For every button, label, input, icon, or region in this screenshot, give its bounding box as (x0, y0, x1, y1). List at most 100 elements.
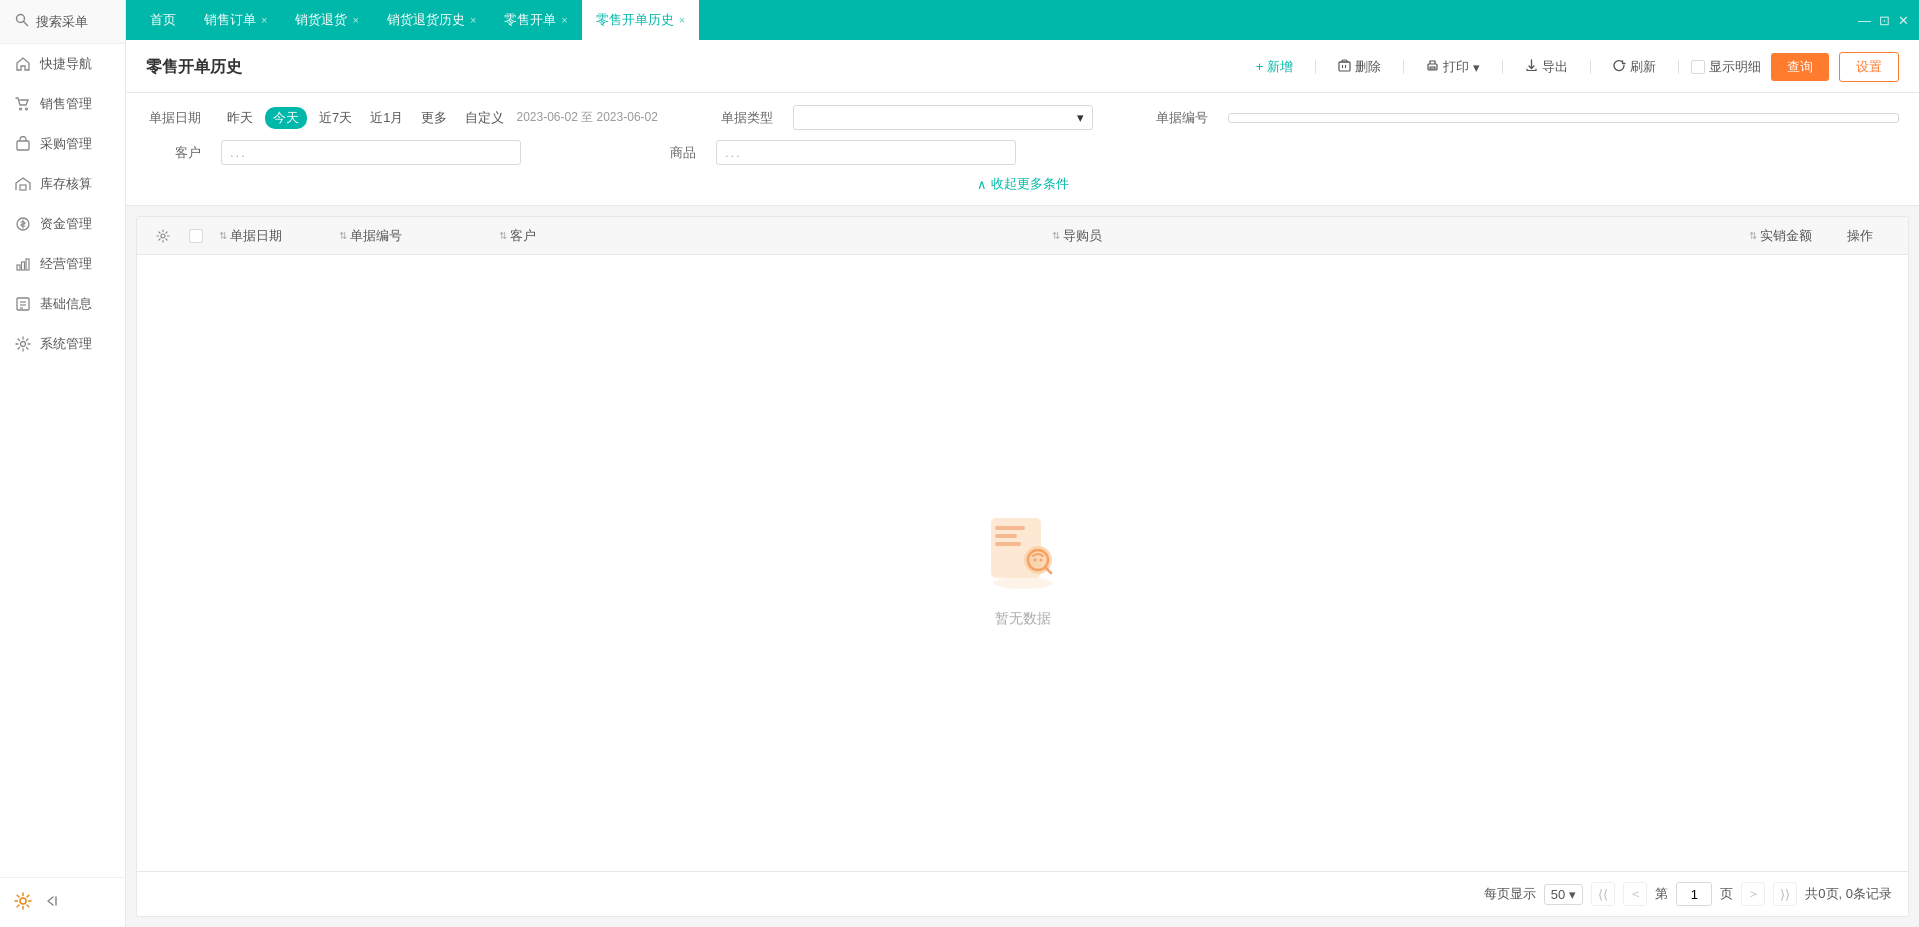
window-close[interactable]: ✕ (1898, 13, 1909, 28)
sidebar-item-finance[interactable]: 资金管理 (0, 204, 125, 244)
refresh-icon (1613, 59, 1626, 75)
table-header: ⇅ 单据日期 ⇅ 单据编号 ⇅ 客户 ⇅ 导购员 ⇅ 实销金额 操作 (137, 217, 1908, 255)
sidebar-item-system[interactable]: 系统管理 (0, 324, 125, 364)
filter-row-2: 客户 ... 商品 ... (146, 140, 1899, 165)
tab-retail-history[interactable]: 零售开单历史 × (582, 0, 699, 40)
info-icon (14, 295, 32, 313)
money-icon (14, 215, 32, 233)
new-button[interactable]: + 新增 (1246, 53, 1303, 81)
page-next-btn[interactable]: ＞ (1741, 882, 1765, 906)
tab-sales-return-history-close[interactable]: × (470, 14, 476, 26)
tab-retail-open[interactable]: 零售开单 × (490, 0, 581, 40)
tab-sales-return-history[interactable]: 销货退货历史 × (373, 0, 490, 40)
date-custom[interactable]: 自定义 (459, 107, 510, 129)
display-detail-label: 显示明细 (1709, 58, 1761, 76)
th-settings[interactable] (145, 229, 181, 243)
tab-home[interactable]: 首页 (136, 0, 190, 40)
th-date[interactable]: ⇅ 单据日期 (211, 227, 331, 245)
sidebar-search[interactable]: 搜索采单 (0, 0, 125, 44)
export-button[interactable]: 导出 (1515, 53, 1578, 81)
th-num[interactable]: ⇅ 单据编号 (331, 227, 491, 245)
sort-icon3: ⇅ (499, 230, 507, 241)
doc-type-select[interactable]: ▾ (793, 105, 1093, 130)
checkbox-display (1691, 60, 1705, 74)
date-today[interactable]: 今天 (265, 107, 307, 129)
box-icon (14, 135, 32, 153)
sidebar-item-label: 经营管理 (40, 255, 92, 273)
th-customer[interactable]: ⇅ 客户 (491, 227, 1044, 245)
product-input[interactable]: ... (716, 140, 1016, 165)
home-icon (14, 55, 32, 73)
sidebar-item-inventory[interactable]: 库存核算 (0, 164, 125, 204)
sidebar-item-quick-nav[interactable]: 快捷导航 (0, 44, 125, 84)
svg-rect-5 (20, 185, 26, 190)
total-text: 共0页, 0条记录 (1805, 885, 1892, 903)
sidebar-item-sales-mgmt[interactable]: 销售管理 (0, 84, 125, 124)
refresh-button[interactable]: 刷新 (1603, 53, 1666, 81)
svg-rect-8 (22, 262, 25, 270)
select-all-checkbox[interactable] (189, 229, 203, 243)
doc-type-label: 单据类型 (718, 109, 773, 127)
page-num-input[interactable] (1676, 882, 1712, 906)
window-actions: — ⊡ ✕ (1858, 13, 1909, 28)
empty-text: 暂无数据 (995, 610, 1051, 628)
th-checkbox[interactable] (181, 229, 211, 243)
sidebar-item-label: 系统管理 (40, 335, 92, 353)
tab-sales-order[interactable]: 销售订单 × (190, 0, 281, 40)
date-filter: 昨天 今天 近7天 近1月 更多 自定义 2023-06-02 至 2023-0… (221, 107, 658, 129)
delete-button[interactable]: 删除 (1328, 53, 1391, 81)
warehouse-icon (14, 175, 32, 193)
sort-icon2: ⇅ (339, 230, 347, 241)
th-guide[interactable]: ⇅ 导购员 (1044, 227, 1164, 245)
sidebar-item-basic-info[interactable]: 基础信息 (0, 284, 125, 324)
customer-input[interactable]: ... (221, 140, 521, 165)
svg-rect-4 (17, 141, 29, 150)
refresh-label: 刷新 (1630, 58, 1656, 76)
settings-button[interactable]: 设置 (1839, 52, 1899, 82)
window-restore[interactable]: ⊡ (1879, 13, 1890, 28)
page-prev-btn[interactable]: ＜ (1623, 882, 1647, 906)
print-label: 打印 (1443, 58, 1469, 76)
collapse-filter-btn[interactable]: ∧ 收起更多条件 (146, 175, 1899, 193)
svg-rect-17 (1339, 62, 1350, 71)
customer-dots: ... (230, 145, 247, 160)
print-button[interactable]: 打印 ▾ (1416, 53, 1490, 81)
filter-row-1: 单据日期 昨天 今天 近7天 近1月 更多 自定义 2023-06-02 至 2… (146, 105, 1899, 130)
date-last-month[interactable]: 近1月 (364, 107, 409, 129)
tab-sales-return-label: 销货退货 (295, 11, 347, 29)
per-page-select[interactable]: 50 ▾ (1544, 884, 1583, 905)
svg-point-14 (21, 342, 26, 347)
svg-point-3 (26, 108, 28, 110)
doc-num-input[interactable] (1228, 113, 1899, 123)
tab-retail-history-close[interactable]: × (679, 14, 685, 26)
sidebar-item-label: 资金管理 (40, 215, 92, 233)
tab-retail-open-close[interactable]: × (561, 14, 567, 26)
settings-bottom-icon[interactable] (14, 892, 32, 913)
page-first-btn[interactable]: ⟨⟨ (1591, 882, 1615, 906)
dropdown-icon: ▾ (1077, 110, 1084, 125)
doc-num-label: 单据编号 (1153, 109, 1208, 127)
sidebar-item-purchase-mgmt[interactable]: 采购管理 (0, 124, 125, 164)
svg-rect-27 (995, 542, 1021, 546)
tab-retail-history-label: 零售开单历史 (596, 11, 674, 29)
date-last7[interactable]: 近7天 (313, 107, 358, 129)
date-more[interactable]: 更多 (415, 107, 453, 129)
tab-home-label: 首页 (150, 11, 176, 29)
date-yesterday[interactable]: 昨天 (221, 107, 259, 129)
tab-sales-return[interactable]: 销货退货 × (281, 0, 372, 40)
collapse-sidebar-icon[interactable] (42, 892, 60, 913)
query-button[interactable]: 查询 (1771, 53, 1829, 81)
th-amount[interactable]: ⇅ 实销金额 (1700, 227, 1820, 245)
svg-point-32 (1039, 559, 1042, 562)
sidebar-bottom (0, 877, 125, 927)
page-last-btn[interactable]: ⟩⟩ (1773, 882, 1797, 906)
tab-sales-order-close[interactable]: × (261, 14, 267, 26)
data-table: ⇅ 单据日期 ⇅ 单据编号 ⇅ 客户 ⇅ 导购员 ⇅ 实销金额 操作 (136, 216, 1909, 917)
tab-sales-return-close[interactable]: × (352, 14, 358, 26)
sidebar: 搜索采单 快捷导航 销售管理 采购管理 库存核算 资金管理 经营管理 (0, 0, 126, 927)
window-minimize[interactable]: — (1858, 13, 1871, 28)
sidebar-item-operations[interactable]: 经营管理 (0, 244, 125, 284)
sidebar-item-label: 采购管理 (40, 135, 92, 153)
display-detail-toggle[interactable]: 显示明细 (1691, 58, 1761, 76)
svg-rect-25 (995, 526, 1025, 530)
